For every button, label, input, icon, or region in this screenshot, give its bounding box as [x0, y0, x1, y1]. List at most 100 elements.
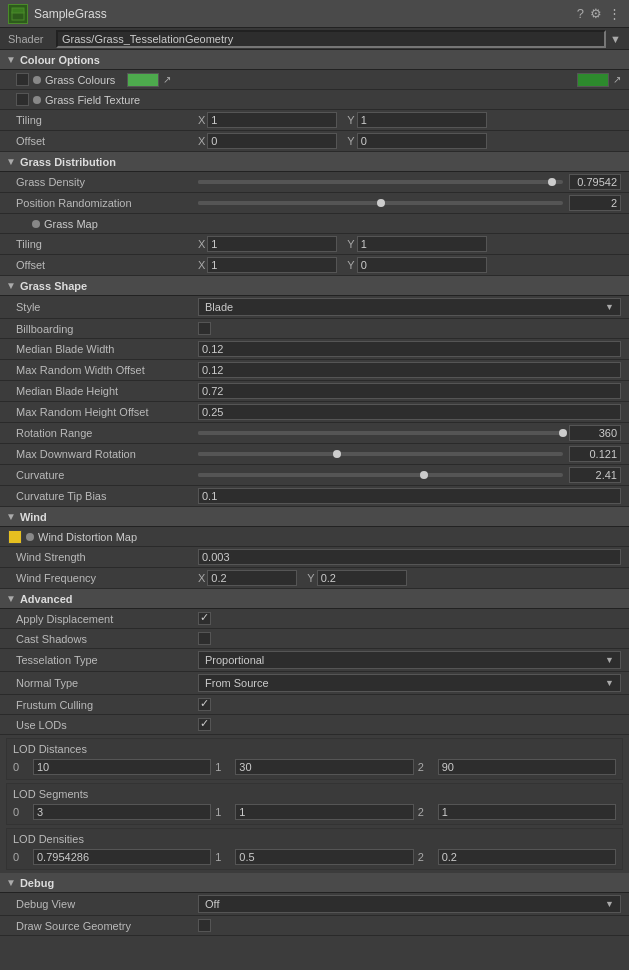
settings-icon[interactable]: ⚙ [590, 6, 602, 21]
billboarding-checkbox[interactable] [198, 322, 211, 335]
cast-shadows-checkbox[interactable] [198, 632, 211, 645]
lod-dist-label-2: 2 [418, 761, 434, 773]
grass-colours-checkbox[interactable] [16, 73, 29, 86]
lod-den-label-2: 2 [418, 851, 434, 863]
normal-type-value: From Source [205, 677, 269, 689]
median-blade-height-value[interactable] [198, 383, 621, 399]
grass-density-slider[interactable] [198, 180, 563, 184]
max-random-height-value[interactable] [198, 404, 621, 420]
grass-field-checkbox[interactable] [16, 93, 29, 106]
lod-den-label-0: 0 [13, 851, 29, 863]
debug-view-dropdown[interactable]: Off ▼ [198, 895, 621, 913]
grass-shape-section: ▼ Grass Shape Style Blade ▼ Billboarding… [0, 276, 629, 507]
lod-den-value-0[interactable] [33, 849, 211, 865]
help-icon[interactable]: ? [577, 6, 584, 21]
max-downward-rotation-value[interactable] [569, 446, 621, 462]
tesselation-type-value: Proportional [205, 654, 264, 666]
max-downward-rotation-thumb[interactable] [333, 450, 341, 458]
colour-offset-row: Offset X Y [0, 131, 629, 152]
rotation-range-value[interactable] [569, 425, 621, 441]
position-randomization-thumb[interactable] [377, 199, 385, 207]
max-random-width-value[interactable] [198, 362, 621, 378]
median-blade-width-value[interactable] [198, 341, 621, 357]
curvature-slider[interactable] [198, 473, 563, 477]
frustum-culling-row: Frustum Culling [0, 695, 629, 715]
rotation-range-thumb[interactable] [559, 429, 567, 437]
colour-offset-x-label: X [198, 135, 205, 147]
use-lods-checkbox[interactable] [198, 718, 211, 731]
advanced-header[interactable]: ▼ Advanced [0, 589, 629, 609]
colour-offset-x[interactable] [207, 133, 337, 149]
position-randomization-slider[interactable] [198, 201, 563, 205]
lod-den-value-1[interactable] [235, 849, 413, 865]
debug-header[interactable]: ▼ Debug [0, 873, 629, 893]
shader-input[interactable] [56, 30, 606, 48]
colour-tiling-x-label: X [198, 114, 205, 126]
curvature-tip-bias-value[interactable] [198, 488, 621, 504]
grass-colours-label: Grass Colours [45, 74, 115, 86]
position-randomization-value[interactable] [569, 195, 621, 211]
median-blade-width-row: Median Blade Width [0, 339, 629, 360]
grass-colour-picker-1[interactable]: ↗ [163, 74, 171, 85]
grass-density-value[interactable] [569, 174, 621, 190]
normal-type-dropdown[interactable]: From Source ▼ [198, 674, 621, 692]
overflow-icon[interactable]: ⋮ [608, 6, 621, 21]
grass-density-thumb[interactable] [548, 178, 556, 186]
frustum-culling-checkbox[interactable] [198, 698, 211, 711]
colour-tiling-y[interactable] [357, 112, 487, 128]
max-downward-rotation-label: Max Downward Rotation [8, 448, 198, 460]
draw-source-checkbox[interactable] [198, 919, 211, 932]
dist-tiling-x[interactable] [207, 236, 337, 252]
curvature-thumb[interactable] [420, 471, 428, 479]
lod-densities-section: LOD Densities 0 1 2 [6, 828, 623, 870]
max-downward-rotation-slider[interactable] [198, 452, 563, 456]
colour-offset-y[interactable] [357, 133, 487, 149]
lod-dist-value-1[interactable] [235, 759, 413, 775]
wind-freq-x[interactable] [207, 570, 297, 586]
grass-colour-swatch-2[interactable] [577, 73, 609, 87]
lod-distances-title: LOD Distances [13, 743, 616, 755]
grass-distribution-title: Grass Distribution [20, 156, 116, 168]
debug-section: ▼ Debug Debug View Off ▼ Draw Source Geo… [0, 873, 629, 936]
colour-offset-label: Offset [8, 135, 198, 147]
lod-densities-row: 0 1 2 [13, 849, 616, 865]
colour-options-header[interactable]: ▼ Colour Options [0, 50, 629, 70]
wind-header[interactable]: ▼ Wind [0, 507, 629, 527]
wind-strength-label: Wind Strength [8, 551, 198, 563]
curvature-value[interactable] [569, 467, 621, 483]
wind-distortion-label: Wind Distortion Map [38, 531, 137, 543]
dist-tiling-y[interactable] [357, 236, 487, 252]
median-blade-height-label: Median Blade Height [8, 385, 198, 397]
dist-offset-y[interactable] [357, 257, 487, 273]
tesselation-type-dropdown[interactable]: Proportional ▼ [198, 651, 621, 669]
lod-den-label-1: 1 [215, 851, 231, 863]
lod-seg-value-0[interactable] [33, 804, 211, 820]
position-randomization-label: Position Randomization [8, 197, 198, 209]
lod-distances-section: LOD Distances 0 1 2 [6, 738, 623, 780]
advanced-title: Advanced [20, 593, 73, 605]
dist-offset-x[interactable] [207, 257, 337, 273]
lod-den-value-2[interactable] [438, 849, 616, 865]
wind-freq-x-label: X [198, 572, 205, 584]
normal-type-row: Normal Type From Source ▼ [0, 672, 629, 695]
wind-texture-swatch[interactable] [8, 530, 22, 544]
style-dropdown[interactable]: Blade ▼ [198, 298, 621, 316]
grass-distribution-header[interactable]: ▼ Grass Distribution [0, 152, 629, 172]
wind-distortion-row: Wind Distortion Map [0, 527, 629, 547]
grass-colour-picker-2[interactable]: ↗ [613, 74, 621, 85]
grass-shape-header[interactable]: ▼ Grass Shape [0, 276, 629, 296]
shader-dropdown-arrow[interactable]: ▼ [610, 33, 621, 45]
lod-seg-value-2[interactable] [438, 804, 616, 820]
lod-dist-value-2[interactable] [438, 759, 616, 775]
colour-tiling-y-label: Y [347, 114, 354, 126]
colour-tiling-x[interactable] [207, 112, 337, 128]
wind-strength-value[interactable] [198, 549, 621, 565]
colour-tiling-row: Tiling X Y [0, 110, 629, 131]
rotation-range-slider[interactable] [198, 431, 563, 435]
apply-displacement-checkbox[interactable] [198, 612, 211, 625]
lod-seg-value-1[interactable] [235, 804, 413, 820]
debug-view-row: Debug View Off ▼ [0, 893, 629, 916]
grass-colour-swatch-1[interactable] [127, 73, 159, 87]
wind-freq-y[interactable] [317, 570, 407, 586]
lod-dist-value-0[interactable] [33, 759, 211, 775]
